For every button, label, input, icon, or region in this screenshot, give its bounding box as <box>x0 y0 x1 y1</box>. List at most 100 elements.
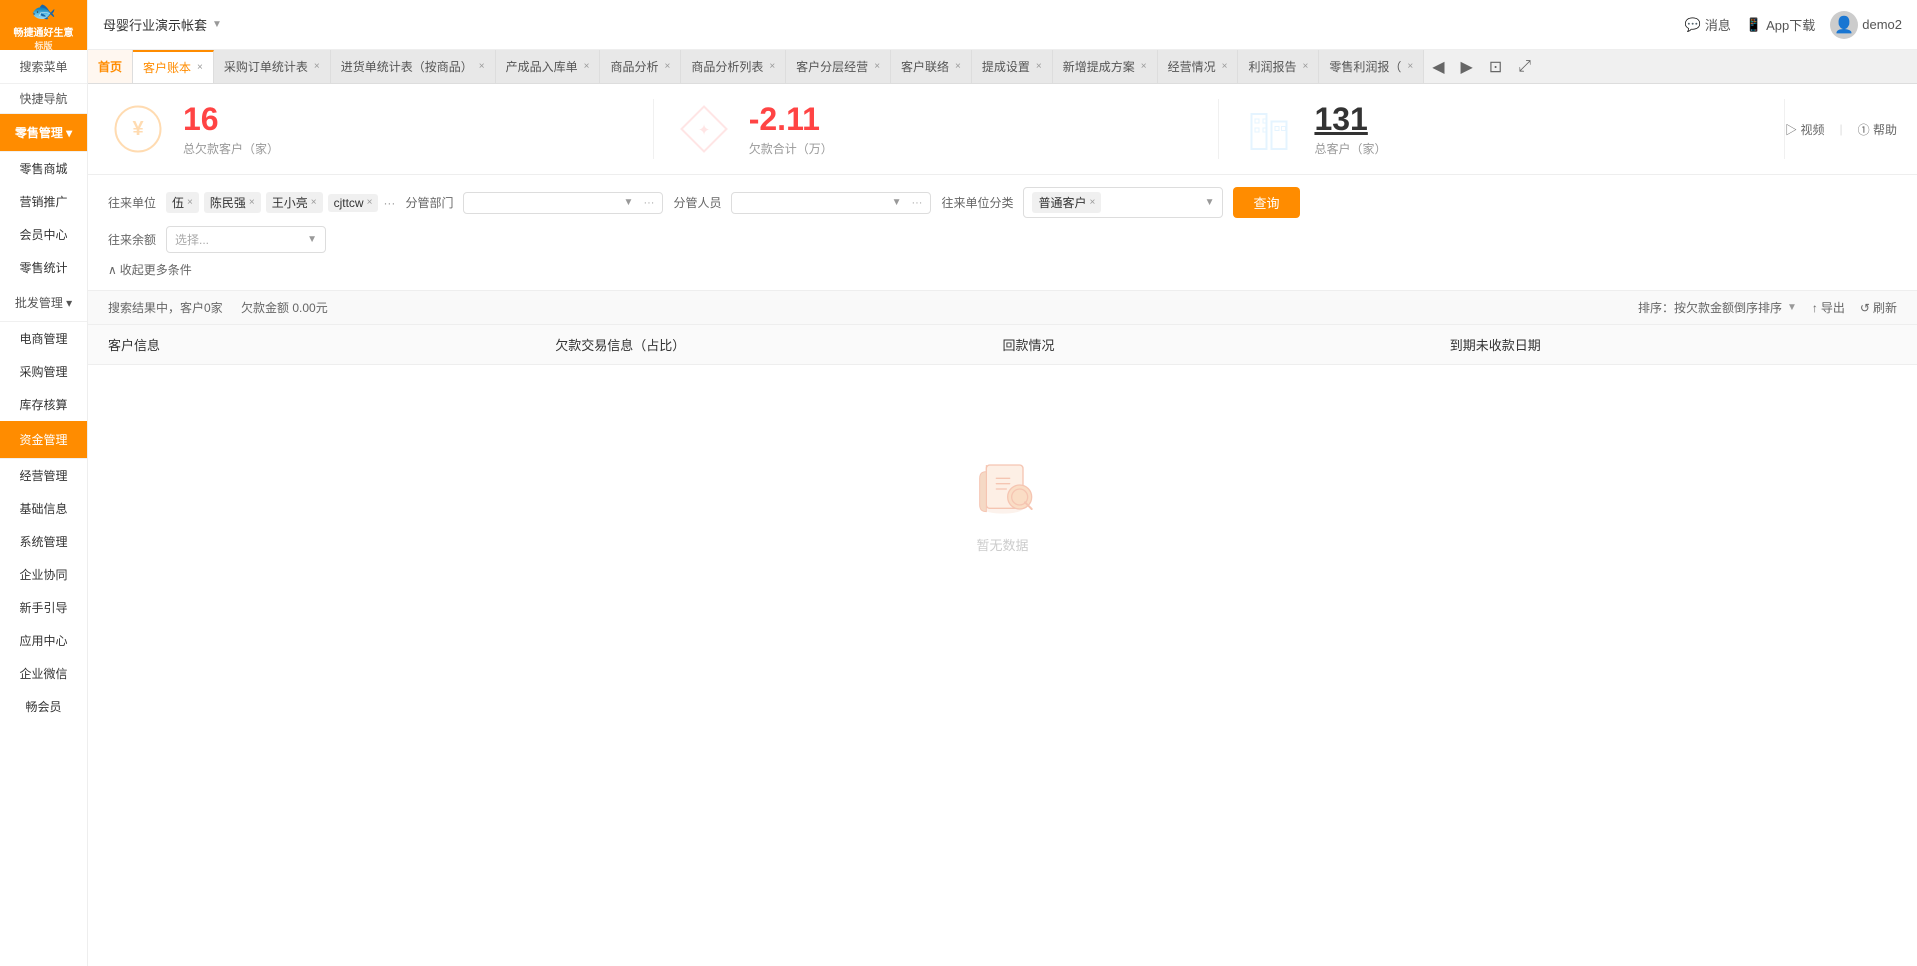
messages-btn[interactable]: 💬 消息 <box>1685 15 1731 34</box>
tab-product-inbound[interactable]: 产成品入库单 × <box>496 50 601 84</box>
stat-customers-label: 总客户（家） <box>1314 140 1386 157</box>
tab-more[interactable]: ⊡ <box>1481 50 1510 84</box>
unit-type-filter-label: 往来单位分类 <box>941 194 1013 211</box>
stat-debt-label: 欠款合计（万） <box>749 140 833 157</box>
filter-tag-wang-close[interactable]: × <box>311 197 317 208</box>
sidebar-item-retail-mall[interactable]: 零售商城 <box>0 152 87 185</box>
table-area: 客户信息 欠款交易信息（占比） 回款情况 到期未收款日期 <box>88 325 1917 634</box>
sidebar-item-wholesale[interactable]: 批发管理 ▾ <box>0 284 87 322</box>
tab-product-inbound-close[interactable]: × <box>584 61 590 72</box>
export-btn[interactable]: ↑ 导出 <box>1812 299 1845 316</box>
sidebar-item-operations[interactable]: 经营管理 <box>0 459 87 492</box>
dept-selector[interactable]: ▼ ··· <box>463 192 663 214</box>
sidebar-item-marketing[interactable]: 营销推广 <box>0 185 87 218</box>
stat-customers-text: 131 总客户（家） <box>1314 101 1386 157</box>
sidebar-item-collab[interactable]: 企业协同 <box>0 558 87 591</box>
sidebar: 🐟 畅捷通好生意 标版 搜索菜单 快捷导航 零售管理 ▾ 零售商城 营销推广 会… <box>0 0 88 966</box>
content-area: ¥ 16 总欠款客户（家） ✦ <box>88 84 1917 966</box>
sidebar-item-newbie[interactable]: 新手引导 <box>0 591 87 624</box>
sidebar-item-retail-stats[interactable]: 零售统计 <box>0 251 87 284</box>
sidebar-item-app-center[interactable]: 应用中心 <box>0 624 87 657</box>
avatar: 👤 <box>1830 11 1858 39</box>
col-repayment: 回款情况 <box>1003 335 1450 354</box>
filter-more-btn[interactable]: ··· <box>383 196 395 210</box>
sort-label: 排序：按欠款金额倒序排序 <box>1638 299 1782 316</box>
unit-filter-tags: 伍 × 陈民强 × 王小亮 × <box>166 192 395 213</box>
refresh-btn[interactable]: ↺ 刷新 <box>1860 299 1897 316</box>
sidebar-item-member2[interactable]: 畅会员 <box>0 690 87 723</box>
tab-purchase-order-close[interactable]: × <box>314 61 320 72</box>
results-bar-right: 排序：按欠款金额倒序排序 ▼ ↑ 导出 ↺ 刷新 <box>1638 299 1897 316</box>
collapse-btn[interactable]: ∧ 收起更多条件 <box>108 261 1897 278</box>
unit-type-tag-close[interactable]: × <box>1090 197 1096 208</box>
tab-customer-ledger-close[interactable]: × <box>197 62 203 73</box>
tab-customer-contact-close[interactable]: × <box>955 61 961 72</box>
tab-profit-report-close[interactable]: × <box>1302 61 1308 72</box>
tab-new-commission-close[interactable]: × <box>1141 61 1147 72</box>
tab-product-analysis-list[interactable]: 商品分析列表 × <box>681 50 786 84</box>
tab-customer-ledger[interactable]: 客户账本 × <box>133 50 214 84</box>
tab-prev[interactable]: ◀ <box>1424 50 1452 84</box>
tab-customer-tier-close[interactable]: × <box>874 61 880 72</box>
tab-commission-settings[interactable]: 提成设置 × <box>972 50 1053 84</box>
person-extra-btn[interactable]: ··· <box>911 197 922 209</box>
tab-product-analysis-label: 商品分析 <box>610 58 658 75</box>
balance-selector[interactable]: 选择... ▼ <box>166 226 326 253</box>
unit-type-dropdown-arrow: ▼ <box>1205 197 1215 208</box>
user-menu[interactable]: 👤 demo2 <box>1830 11 1902 39</box>
logo[interactable]: 🐟 畅捷通好生意 标版 <box>0 0 87 50</box>
sidebar-search[interactable]: 搜索菜单 <box>0 50 87 84</box>
org-selector[interactable]: 母婴行业演示帐套 ▼ <box>103 15 222 34</box>
sidebar-quick-nav[interactable]: 快捷导航 <box>0 84 87 114</box>
sidebar-item-wechat[interactable]: 企业微信 <box>0 657 87 690</box>
dept-extra-btn[interactable]: ··· <box>643 197 654 209</box>
building-icon <box>1239 99 1299 159</box>
tab-operations-close[interactable]: × <box>1222 61 1228 72</box>
tab-operations[interactable]: 经营情况 × <box>1158 50 1239 84</box>
person-selector[interactable]: ▼ ··· <box>731 192 931 214</box>
sidebar-item-purchase[interactable]: 采购管理 <box>0 355 87 388</box>
tab-retail-profit-close[interactable]: × <box>1407 61 1413 72</box>
sidebar-item-basic-info[interactable]: 基础信息 <box>0 492 87 525</box>
yuan-circle-icon: ¥ <box>108 99 168 159</box>
tab-profit-report-label: 利润报告 <box>1248 58 1296 75</box>
sort-selector[interactable]: 排序：按欠款金额倒序排序 ▼ <box>1638 299 1797 316</box>
query-button[interactable]: 查询 <box>1233 187 1299 218</box>
tab-customer-contact[interactable]: 客户联络 × <box>891 50 972 84</box>
tab-retail-profit-label: 零售利润报（ <box>1329 58 1401 75</box>
sidebar-item-finance[interactable]: 资金管理 <box>0 421 87 459</box>
sidebar-item-member[interactable]: 会员中心 <box>0 218 87 251</box>
tab-customer-tier[interactable]: 客户分层经营 × <box>786 50 891 84</box>
tab-retail-profit[interactable]: 零售利润报（ × <box>1319 50 1424 84</box>
tab-profit-report[interactable]: 利润报告 × <box>1238 50 1319 84</box>
unit-type-selector[interactable]: 普通客户 × ▼ <box>1023 187 1223 218</box>
tab-stock-stats-close[interactable]: × <box>479 61 485 72</box>
tab-stock-stats[interactable]: 进货单统计表（按商品） × <box>331 50 496 84</box>
empty-text: 暂无数据 <box>976 535 1028 554</box>
app-download-btn[interactable]: 📱 App下载 <box>1746 15 1815 34</box>
tab-next[interactable]: ▶ <box>1453 50 1481 84</box>
filter-tag-cjttcw-close[interactable]: × <box>367 197 373 208</box>
filter-tag-wu-close[interactable]: × <box>187 197 193 208</box>
tab-new-commission[interactable]: 新增提成方案 × <box>1053 50 1158 84</box>
tab-purchase-order-stats[interactable]: 采购订单统计表 × <box>214 50 331 84</box>
sidebar-item-system[interactable]: 系统管理 <box>0 525 87 558</box>
sidebar-item-ecommerce[interactable]: 电商管理 <box>0 322 87 355</box>
tab-expand[interactable]: ⤢ <box>1510 50 1539 84</box>
video-link[interactable]: ▷ 视频 <box>1785 121 1824 138</box>
tab-product-analysis[interactable]: 商品分析 × <box>600 50 681 84</box>
help-link[interactable]: ① 帮助 <box>1858 121 1897 138</box>
tab-home[interactable]: 首页 <box>88 50 133 84</box>
collapse-up-arrow: ∧ <box>108 263 117 277</box>
tab-product-inbound-label: 产成品入库单 <box>506 58 578 75</box>
sidebar-item-inventory[interactable]: 库存核算 <box>0 388 87 421</box>
tab-product-analysis-close[interactable]: × <box>664 61 670 72</box>
tab-product-analysis-list-close[interactable]: × <box>769 61 775 72</box>
tab-commission-settings-close[interactable]: × <box>1036 61 1042 72</box>
tab-new-commission-label: 新增提成方案 <box>1063 58 1135 75</box>
logo-sub: 标版 <box>34 39 52 52</box>
stat-customers-number: 131 <box>1314 101 1386 138</box>
sidebar-item-retail-mgmt[interactable]: 零售管理 ▾ <box>0 114 87 152</box>
filter-tag-chen-close[interactable]: × <box>249 197 255 208</box>
stat-total-debt: ✦ -2.11 欠款合计（万） <box>654 99 1220 159</box>
